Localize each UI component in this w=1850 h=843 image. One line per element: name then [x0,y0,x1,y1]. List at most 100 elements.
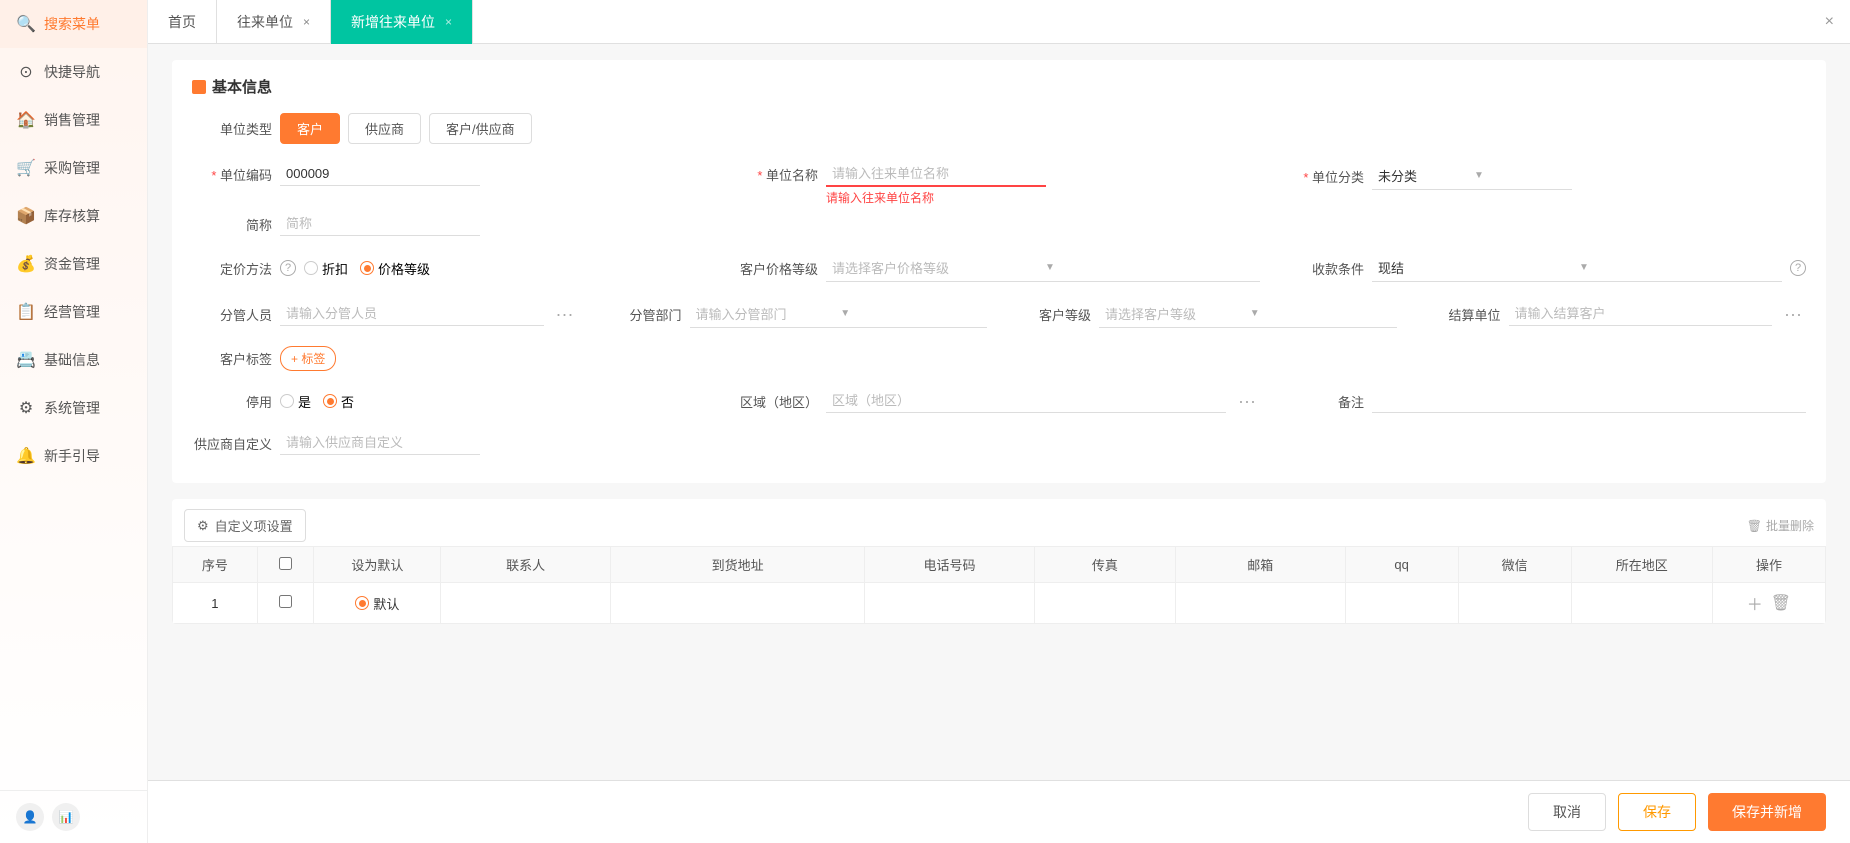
disabled-circle-yes [280,394,294,408]
addr-input[interactable] [621,596,854,611]
unit-category-select[interactable]: 未分类 ▼ [1372,162,1572,190]
add-tag-btn[interactable]: + 标签 [280,346,336,371]
tab-new-partner-close[interactable]: × [445,15,452,29]
short-name-row: 简称 [192,212,1806,236]
custom-settings-label: 自定义项设置 [215,516,293,535]
supplier-custom-input[interactable] [280,431,480,455]
sidebar-item-label: 快捷导航 [44,62,100,82]
disabled-field: 停用 是 否 [192,392,714,411]
td-phone[interactable] [865,583,1035,624]
tab-new-partner-label: 新增往来单位 [351,12,435,32]
td-contact[interactable] [441,583,611,624]
customer-price-level-select[interactable]: 请选择客户价格等级 ▼ [826,254,1260,282]
td-addr[interactable] [610,583,864,624]
sidebar-item-sales[interactable]: 🏠 销售管理 [0,96,147,144]
disabled-radio-yes[interactable]: 是 [280,392,311,411]
contact-input[interactable] [451,596,600,611]
sidebar-item-funds[interactable]: 💰 资金管理 [0,240,147,288]
unit-btn-supplier[interactable]: 供应商 [348,113,421,144]
sidebar-bottom-icon1[interactable]: 👤 [16,803,44,831]
tab-partners-label: 往来单位 [237,12,293,32]
pricing-help-icon[interactable]: ? [280,260,296,276]
sidebar-item-purchase[interactable]: 🛒 采购管理 [0,144,147,192]
region-input-td[interactable] [1582,596,1702,611]
pricing-radio-discount[interactable]: 折扣 [304,259,348,278]
wx-input[interactable] [1469,596,1561,611]
unit-code-input[interactable] [280,162,480,186]
phone-input[interactable] [875,596,1024,611]
sidebar-item-quicknav[interactable]: ⊙ 快捷导航 [0,48,147,96]
tab-partners-close[interactable]: × [303,15,310,29]
unit-btn-both[interactable]: 客户/供应商 [429,113,532,144]
operation-icon: 📋 [16,302,36,322]
sidebar-item-label: 销售管理 [44,110,100,130]
tab-new-partner[interactable]: 新增往来单位 × [331,0,473,44]
unit-code-field: 单位编码 [192,162,714,186]
unit-category-value: 未分类 [1378,166,1470,185]
th-contact: 联系人 [441,547,611,583]
payment-terms-select[interactable]: 现结 ▼ [1372,254,1782,282]
pricing-label: 定价方法 [192,259,272,278]
department-select[interactable]: 请输入分管部门 ▼ [690,300,988,328]
unit-name-input[interactable] [826,162,1046,187]
tabbar-close-btn[interactable]: × [1809,13,1850,31]
unit-category-arrow: ▼ [1474,170,1566,181]
manager-input[interactable] [280,302,544,326]
td-email[interactable] [1176,583,1346,624]
sidebar-item-basic[interactable]: 📇 基础信息 [0,336,147,384]
save-new-button[interactable]: 保存并新增 [1708,793,1826,831]
customer-level-label: 客户等级 [1011,305,1091,324]
sidebar-bottom-icon2[interactable]: 📊 [52,803,80,831]
sidebar-item-label: 资金管理 [44,254,100,274]
tabbar: 首页 往来单位 × 新增往来单位 × × [148,0,1850,44]
manager-field: 分管人员 ··· [192,302,578,326]
th-wx: 微信 [1458,547,1571,583]
sidebar-item-system[interactable]: ⚙ 系统管理 [0,384,147,432]
manager-extra-btn[interactable]: ··· [552,304,578,325]
row-delete-btn[interactable]: 🗑 [1771,593,1791,613]
tab-partners[interactable]: 往来单位 × [217,0,331,44]
payment-help-icon[interactable]: ? [1790,260,1806,276]
td-qq[interactable] [1345,583,1458,624]
customer-level-select[interactable]: 请选择客户等级 ▼ [1099,300,1397,328]
row-add-btn[interactable]: ＋ [1747,591,1763,615]
unit-btn-customer[interactable]: 客户 [280,113,340,144]
disabled-circle-no [323,394,337,408]
th-checkbox[interactable] [279,557,292,570]
th-seq: 序号 [173,547,258,583]
radio-circle-level [360,261,374,275]
settlement-input[interactable] [1509,302,1773,326]
email-input[interactable] [1186,596,1335,611]
settlement-extra-btn[interactable]: ··· [1780,304,1806,325]
sidebar-item-operation[interactable]: 📋 经营管理 [0,288,147,336]
td-default: 默认 [314,583,441,624]
pricing-radio-level[interactable]: 价格等级 [360,259,430,278]
unit-name-label: 单位名称 [738,165,818,184]
remark-field: 备注 [1284,389,1806,413]
row-checkbox[interactable] [279,595,292,608]
sidebar-item-search[interactable]: 🔍 搜索菜单 [0,0,147,48]
tag-field: 客户标签 + 标签 [192,346,1806,371]
fax-input[interactable] [1045,596,1165,611]
short-name-input[interactable] [280,212,480,236]
td-region[interactable] [1571,583,1712,624]
sidebar-item-inventory[interactable]: 📦 库存核算 [0,192,147,240]
default-radio-item[interactable]: 默认 [324,594,430,613]
table-header-row: 序号 设为默认 联系人 到货地址 电话号码 传真 邮箱 qq 微信 所在地区 [173,547,1826,583]
custom-settings-btn[interactable]: ⚙ 自定义项设置 [184,509,306,542]
region-input[interactable] [826,389,1226,413]
td-wx[interactable] [1458,583,1571,624]
sidebar-bottom: 👤 📊 [0,790,147,843]
remark-input[interactable] [1372,389,1806,413]
region-extra-btn[interactable]: ··· [1234,391,1260,412]
cancel-button[interactable]: 取消 [1528,793,1606,831]
pricing-radio-group: 折扣 价格等级 [304,259,430,278]
td-fax[interactable] [1034,583,1175,624]
save-button[interactable]: 保存 [1618,793,1696,831]
disabled-radio-no[interactable]: 否 [323,392,354,411]
tab-home[interactable]: 首页 [148,0,217,44]
qq-input[interactable] [1356,596,1448,611]
sidebar-item-newbie[interactable]: 🔔 新手引导 [0,432,147,480]
short-name-field: 简称 [192,212,1806,236]
batch-delete-btn[interactable]: 🗑 批量删除 [1747,517,1814,534]
